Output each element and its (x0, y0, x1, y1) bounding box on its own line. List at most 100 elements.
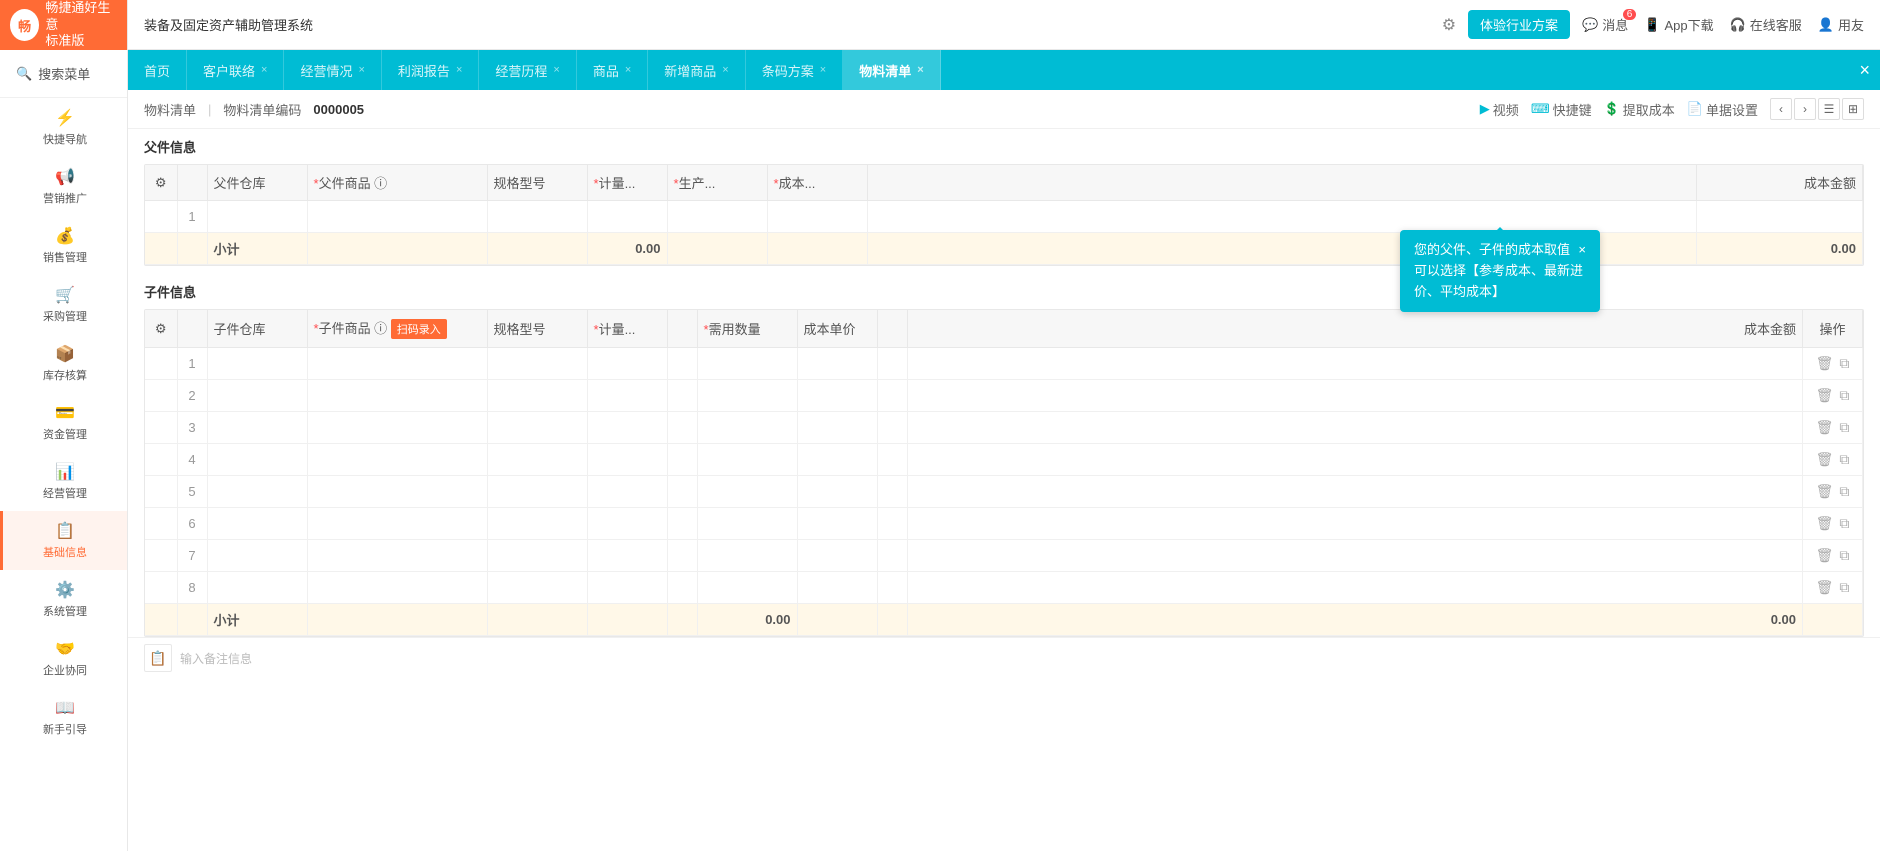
tab-close-icon[interactable]: × (261, 64, 267, 76)
copy-row-icon[interactable]: ⧉ (1839, 579, 1849, 596)
child-row-needed[interactable] (697, 540, 797, 572)
parent-row-unit[interactable] (587, 201, 667, 233)
cost-action[interactable]: 💲 提取成本 (1604, 100, 1675, 119)
child-row-unit[interactable] (587, 476, 667, 508)
copy-row-icon[interactable]: ⧉ (1839, 547, 1849, 564)
child-row-warehouse[interactable] (207, 348, 307, 380)
child-row-product[interactable] (307, 348, 487, 380)
tab-close-icon[interactable]: × (456, 64, 462, 76)
child-row-unit[interactable] (587, 380, 667, 412)
child-row-unit-cost[interactable] (797, 476, 877, 508)
sidebar-item-basic-info[interactable]: 📋基础信息 (0, 511, 127, 570)
parent-row-cost[interactable] (767, 201, 867, 233)
nav-tab-history[interactable]: 经营历程 × (479, 50, 576, 90)
child-row-unit-cost[interactable] (797, 540, 877, 572)
child-row-unit-cost[interactable] (797, 412, 877, 444)
copy-row-icon[interactable]: ⧉ (1839, 451, 1849, 468)
child-row-needed[interactable] (697, 476, 797, 508)
scan-button[interactable]: 扫码录入 (391, 319, 447, 339)
nav-tab-home[interactable]: 首页 (128, 50, 187, 90)
sidebar-item-purchase[interactable]: 🛒采购管理 (0, 275, 127, 334)
search-menu-button[interactable]: 🔍 搜索菜单 (8, 58, 119, 89)
app-download-badge[interactable]: 📱 App下载 (1644, 15, 1713, 34)
parent-row-warehouse[interactable] (207, 201, 307, 233)
nav-tab-barcode[interactable]: 条码方案 × (746, 50, 843, 90)
settings-icon[interactable]: ⚙ (1442, 15, 1456, 35)
delete-row-icon[interactable]: 🗑 (1816, 451, 1834, 468)
tab-close-icon[interactable]: × (553, 64, 559, 76)
doc-settings-action[interactable]: 📄 单据设置 (1687, 100, 1758, 119)
bottom-icon[interactable]: 📋 (144, 644, 172, 672)
next-page-button[interactable]: › (1794, 98, 1816, 120)
nav-tab-new-product[interactable]: 新增商品 × (648, 50, 745, 90)
parent-row-spec[interactable] (487, 201, 587, 233)
sidebar-item-finance[interactable]: 💳资金管理 (0, 393, 127, 452)
child-row-unit[interactable] (587, 444, 667, 476)
child-row-unit[interactable] (587, 412, 667, 444)
child-row-product[interactable] (307, 444, 487, 476)
sidebar-item-quick-nav[interactable]: ⚡快捷导航 (0, 98, 127, 157)
child-row-product[interactable] (307, 508, 487, 540)
copy-row-icon[interactable]: ⧉ (1839, 387, 1849, 404)
child-row-needed[interactable] (697, 348, 797, 380)
delete-row-icon[interactable]: 🗑 (1816, 387, 1834, 404)
child-row-unit-cost[interactable] (797, 508, 877, 540)
child-row-warehouse[interactable] (207, 380, 307, 412)
child-row-spec[interactable] (487, 572, 587, 604)
child-row-product[interactable] (307, 540, 487, 572)
delete-row-icon[interactable]: 🗑 (1816, 515, 1834, 532)
child-row-spec[interactable] (487, 476, 587, 508)
nav-tab-profit[interactable]: 利润报告 × (382, 50, 479, 90)
tab-close-icon[interactable]: × (820, 64, 826, 76)
child-row-spec[interactable] (487, 380, 587, 412)
tab-close-icon[interactable]: × (358, 64, 364, 76)
child-row-spec[interactable] (487, 508, 587, 540)
child-row-warehouse[interactable] (207, 540, 307, 572)
delete-row-icon[interactable]: 🗑 (1816, 483, 1834, 500)
menu-view-button[interactable]: ☰ (1818, 98, 1840, 120)
child-row-warehouse[interactable] (207, 412, 307, 444)
sidebar-item-system[interactable]: ⚙️系统管理 (0, 570, 127, 629)
parent-row-product[interactable] (307, 201, 487, 233)
delete-row-icon[interactable]: 🗑 (1816, 419, 1834, 436)
sidebar-item-operations[interactable]: 📊经营管理 (0, 452, 127, 511)
child-row-unit-cost[interactable] (797, 572, 877, 604)
child-row-unit[interactable] (587, 540, 667, 572)
child-row-needed[interactable] (697, 508, 797, 540)
nav-tab-bom[interactable]: 物料清单 × (843, 50, 940, 90)
child-row-unit-cost[interactable] (797, 444, 877, 476)
prev-page-button[interactable]: ‹ (1770, 98, 1792, 120)
copy-row-icon[interactable]: ⧉ (1839, 355, 1849, 372)
child-row-warehouse[interactable] (207, 476, 307, 508)
tab-close-icon[interactable]: × (625, 64, 631, 76)
child-row-unit-cost[interactable] (797, 348, 877, 380)
child-row-unit-cost[interactable] (797, 380, 877, 412)
child-row-spec[interactable] (487, 412, 587, 444)
nav-tab-product[interactable]: 商品 × (577, 50, 648, 90)
child-row-product[interactable] (307, 380, 487, 412)
nav-tab-customer[interactable]: 客户联络 × (187, 50, 284, 90)
online-service-badge[interactable]: 🎧 在线客服 (1730, 15, 1802, 34)
tooltip-close-button[interactable]: × (1578, 240, 1586, 261)
child-row-unit[interactable] (587, 508, 667, 540)
view-action[interactable]: ▶ 视频 (1480, 100, 1519, 119)
child-row-product[interactable] (307, 476, 487, 508)
user-avatar[interactable]: 👤 用友 (1818, 15, 1864, 34)
child-row-unit[interactable] (587, 572, 667, 604)
child-row-needed[interactable] (697, 380, 797, 412)
child-row-warehouse[interactable] (207, 444, 307, 476)
child-row-product[interactable] (307, 412, 487, 444)
child-row-needed[interactable] (697, 444, 797, 476)
child-row-unit[interactable] (587, 348, 667, 380)
child-row-warehouse[interactable] (207, 508, 307, 540)
shortcut-action[interactable]: ⌨ 快捷键 (1531, 100, 1592, 119)
tab-close-icon[interactable]: × (917, 64, 923, 76)
sidebar-item-collab[interactable]: 🤝企业协同 (0, 629, 127, 688)
child-row-product[interactable] (307, 572, 487, 604)
nav-tab-operations[interactable]: 经营情况 × (284, 50, 381, 90)
try-button[interactable]: 体验行业方案 (1468, 10, 1570, 39)
sidebar-item-sales[interactable]: 💰销售管理 (0, 216, 127, 275)
close-all-tabs-button[interactable]: × (1849, 60, 1880, 81)
tab-close-icon[interactable]: × (722, 64, 728, 76)
child-row-spec[interactable] (487, 348, 587, 380)
